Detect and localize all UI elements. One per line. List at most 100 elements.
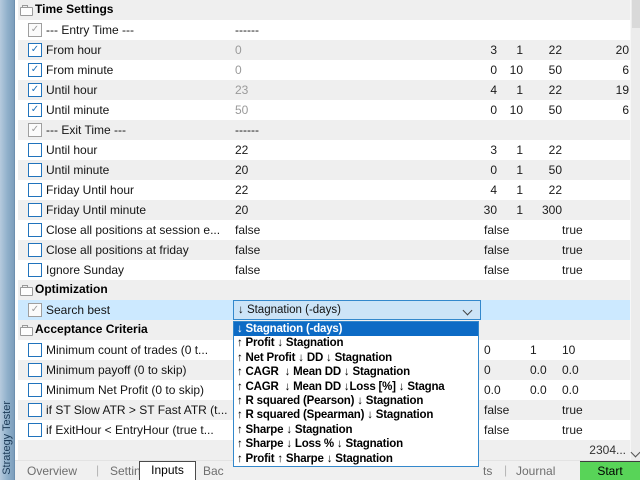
dropdown-item[interactable]: ↑ Profit ↑ Sharpe ↓ Stagnation [234,452,478,466]
group-row[interactable]: Optimization [18,280,630,300]
checkbox[interactable] [28,403,42,417]
param-row[interactable]: Until minute50010506 [18,100,630,120]
param-value[interactable]: false [235,223,260,237]
param-row[interactable]: Until hour 22 3 1 22 [18,140,630,160]
stop-cell[interactable]: 50 [525,63,562,77]
param-row[interactable]: Until minute 20 0 1 50 [18,160,630,180]
scrollbar-thumb[interactable] [632,0,640,28]
start-cell[interactable]: false [484,243,509,257]
dropdown-item[interactable]: ↑ R squared (Spearman) ↓ Stagnation [234,408,478,422]
checkbox[interactable] [28,123,42,137]
checkbox[interactable] [28,383,42,397]
param-value[interactable]: 22 [235,143,248,157]
checkbox[interactable] [28,63,42,77]
param-value[interactable]: 22 [235,183,248,197]
start-cell[interactable]: 4 [440,183,497,197]
tab-journal[interactable]: Journal [516,464,555,478]
stop-cell[interactable]: 10 [562,343,575,357]
step-cell[interactable]: 0.0 [530,383,547,397]
checkbox[interactable] [28,23,42,37]
step-cell[interactable]: 1 [530,343,537,357]
dropdown-item[interactable]: ↑ Profit ↓ Stagnation [234,336,478,350]
step-cell[interactable]: 1 [499,143,523,157]
start-cell[interactable]: 0.0 [484,383,501,397]
checkbox[interactable] [28,143,42,157]
stop-cell[interactable]: 22 [525,143,562,157]
start-cell[interactable]: 30 [440,203,497,217]
stop-cell[interactable]: 22 [525,83,562,97]
param-value[interactable]: 20 [235,203,248,217]
stop-cell[interactable]: true [562,403,583,417]
dropdown-item[interactable]: ↑ R squared (Pearson) ↓ Stagnation [234,394,478,408]
steps-count-cell[interactable]: 6 [564,103,629,117]
checkbox[interactable] [28,43,42,57]
dropdown-item[interactable]: ↑ Sharpe ↓ Stagnation [234,423,478,437]
steps-count-cell[interactable]: 20 [564,43,629,57]
chevron-down-icon[interactable] [462,305,473,316]
checkbox[interactable] [28,203,42,217]
tab-overview[interactable]: Overview [27,464,77,478]
step-cell[interactable]: 1 [499,183,523,197]
param-row[interactable]: Until hour 23 412219 [18,80,630,100]
start-cell[interactable]: 3 [440,143,497,157]
checkbox[interactable] [28,303,42,317]
checkbox[interactable] [28,183,42,197]
checkbox[interactable] [28,363,42,377]
steps-count-cell[interactable]: 6 [564,63,629,77]
stop-cell[interactable]: 0.0 [562,383,579,397]
tab-inputs[interactable]: Inputs [139,461,196,480]
step-cell[interactable]: 1 [499,43,523,57]
start-cell[interactable]: false [484,223,509,237]
start-cell[interactable]: 0 [484,343,491,357]
start-cell[interactable]: 0 [440,163,497,177]
stop-cell[interactable]: true [562,423,583,437]
dropdown-item[interactable]: ↑ CAGR ↓ Mean DD ↓Loss [%] ↓ Stagna [234,380,478,394]
param-row[interactable]: Search best ↓ Stagnation (-days) [18,300,630,320]
step-cell[interactable]: 1 [499,163,523,177]
checkbox[interactable] [28,423,42,437]
stop-cell[interactable]: 50 [525,163,562,177]
param-row[interactable]: --- Entry Time --- ------ [18,20,630,40]
checkbox[interactable] [28,103,42,117]
param-value[interactable]: false [235,243,260,257]
param-row[interactable]: --- Exit Time --- ------ [18,120,630,140]
start-cell[interactable]: 0 [440,103,497,117]
param-value[interactable]: 50 [235,103,248,117]
param-row[interactable]: Ignore Sunday false false true [18,260,630,280]
start-cell[interactable]: 3 [440,43,497,57]
start-cell[interactable]: 4 [440,83,497,97]
checkbox[interactable] [28,263,42,277]
dropdown-item[interactable]: ↑ Sharpe ↓ Loss % ↓ Stagnation [234,437,478,451]
stop-cell[interactable]: true [562,263,583,277]
param-row[interactable]: From minute0010506 [18,60,630,80]
checkbox[interactable] [28,163,42,177]
step-cell[interactable]: 10 [499,103,523,117]
param-value[interactable]: 23 [235,83,248,97]
dropdown-item[interactable]: ↑ Net Profit ↓ DD ↓ Stagnation [234,351,478,365]
step-cell[interactable]: 10 [499,63,523,77]
search-best-combobox[interactable]: ↓ Stagnation (-days) [233,300,481,320]
stop-cell[interactable]: 300 [525,203,562,217]
param-row[interactable]: Friday Until hour 22 4 1 22 [18,180,630,200]
stop-cell[interactable]: true [562,223,583,237]
param-row[interactable]: Close all positions at friday false false t… [18,240,630,260]
param-row[interactable]: Friday Until minute 20 30 1 300 [18,200,630,220]
checkbox[interactable] [28,243,42,257]
param-value[interactable]: 0 [235,63,242,77]
dropdown-item[interactable]: ↑ CAGR ↓ Mean DD ↓ Stagnation [234,365,478,379]
start-cell[interactable]: false [484,403,509,417]
param-value[interactable]: false [235,263,260,277]
param-row[interactable]: Close all positions at session e... false… [18,220,630,240]
step-cell[interactable]: 1 [499,203,523,217]
dropdown-item[interactable]: ↓ Stagnation (-days) [234,322,478,337]
vertical-scrollbar[interactable] [630,0,640,460]
strategy-tester-vertical-tab[interactable]: Strategy Tester [0,0,15,480]
start-cell[interactable]: 0 [484,363,491,377]
group-row[interactable]: Time Settings [18,0,630,20]
start-cell[interactable]: false [484,263,509,277]
tab-agents[interactable]: ts [483,464,492,478]
tab-backtest[interactable]: Bac [203,464,224,478]
param-row[interactable]: From hour 0 312220 [18,40,630,60]
step-cell[interactable]: 1 [499,83,523,97]
start-button[interactable]: Start [580,461,640,480]
